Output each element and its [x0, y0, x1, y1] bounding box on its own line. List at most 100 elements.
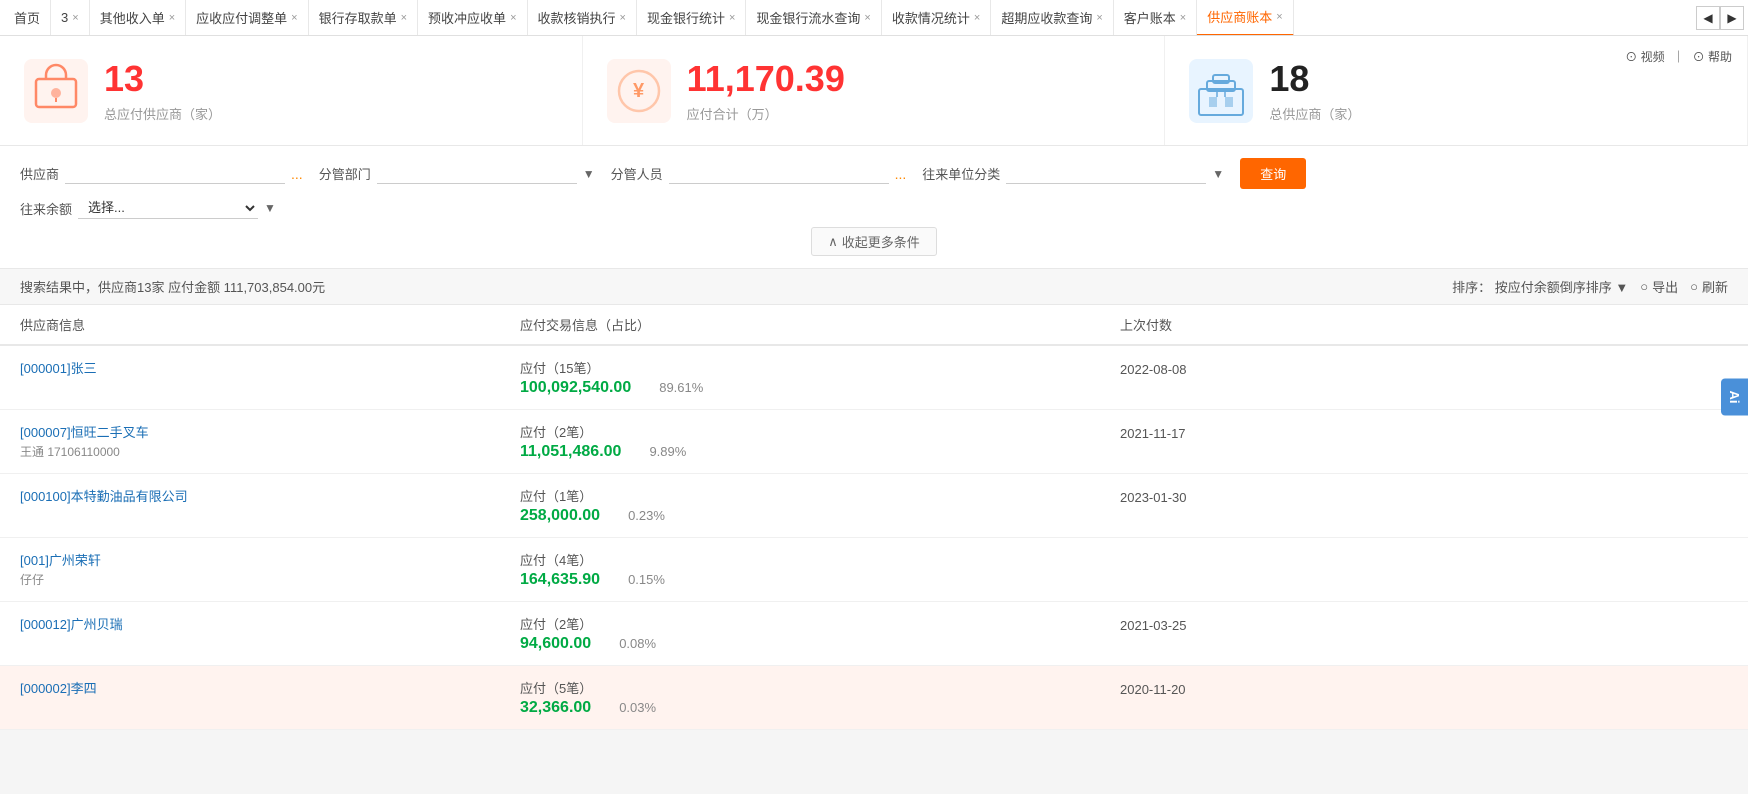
- nav-home[interactable]: 首页: [4, 0, 51, 36]
- collapse-icon: ∧: [828, 234, 838, 250]
- nav-close-icon[interactable]: ×: [974, 12, 980, 24]
- nav-close-icon[interactable]: ×: [1276, 11, 1282, 23]
- nav-close-icon[interactable]: ×: [864, 12, 870, 24]
- nav-close-icon[interactable]: ×: [1180, 12, 1186, 24]
- ai-badge[interactable]: Ai: [1721, 379, 1748, 416]
- supplier-link-3[interactable]: [001]广州荣轩: [20, 553, 101, 568]
- table-row: [000012]广州贝瑞 应付（2笔） 94,600.00 0.08% 2021…: [0, 602, 1748, 666]
- collapse-button[interactable]: ∧ 收起更多条件: [811, 227, 937, 256]
- supplier-filter-label: 供应商: [20, 164, 59, 183]
- sort-label: 排序： 按应付余额倒序排序 ▼: [1452, 277, 1628, 296]
- help-links: ⊙ 视频 ｜ ⊙ 帮助: [1625, 48, 1732, 65]
- payable-total-amount: 11,170.39: [687, 58, 845, 100]
- tx-amount-3[interactable]: 164,635.90: [520, 571, 600, 589]
- nav-receipt-stats[interactable]: 收款情况统计 ×: [882, 0, 991, 36]
- supplier-ellipsis-icon[interactable]: ...: [291, 166, 303, 182]
- svg-text:¥: ¥: [633, 80, 645, 102]
- nav-ar-ap-adjust[interactable]: 应收应付调整单 ×: [186, 0, 308, 36]
- nav-supplier-ledger[interactable]: 供应商账本 ×: [1197, 0, 1293, 36]
- cell-transaction-0: 应付（15笔） 100,092,540.00 89.61%: [520, 358, 1120, 397]
- table-row: [000002]李四 应付（5笔） 32,366.00 0.03% 2020-1…: [0, 666, 1748, 730]
- export-button[interactable]: ○ 导出: [1640, 277, 1678, 296]
- tx-percent-2: 0.23%: [628, 508, 665, 523]
- balance-filter-select[interactable]: 选择...: [78, 197, 258, 219]
- category-filter-label: 往来单位分类: [922, 164, 1000, 183]
- tx-label-3: 应付（4笔）: [520, 550, 1120, 569]
- cell-last-pay-1: 2021-11-17: [1120, 422, 1728, 441]
- total-suppliers-icon: [1189, 59, 1253, 123]
- dept-filter-input[interactable]: [377, 164, 577, 184]
- category-dropdown-icon[interactable]: ▼: [1212, 167, 1224, 181]
- filter-category: 往来单位分类 ▼: [922, 164, 1224, 184]
- supplier-link-4[interactable]: [000012]广州贝瑞: [20, 617, 123, 632]
- tx-label-1: 应付（2笔）: [520, 422, 1120, 441]
- nav-cash-stats[interactable]: 现金银行统计 ×: [637, 0, 746, 36]
- cell-supplier-4: [000012]广州贝瑞: [20, 614, 520, 633]
- nav-close-icon[interactable]: ×: [169, 12, 175, 24]
- nav-close-icon[interactable]: ×: [401, 12, 407, 24]
- supplier-sub-3: 仔仔: [20, 571, 520, 588]
- stats-bar: 13 总应付供应商（家） ¥ 11,170.39 应付合计（万）: [0, 36, 1748, 146]
- nav-close-icon[interactable]: ×: [291, 12, 297, 24]
- balance-dropdown-icon[interactable]: ▼: [264, 201, 276, 215]
- balance-filter-label: 往来余额: [20, 199, 72, 218]
- cell-supplier-2: [000100]本特勤油品有限公司: [20, 486, 520, 505]
- nav-tab-3[interactable]: 3 ×: [51, 0, 90, 36]
- supplier-payable-icon: [24, 59, 88, 123]
- dept-dropdown-icon[interactable]: ▼: [583, 167, 595, 181]
- tx-percent-4: 0.08%: [619, 636, 656, 651]
- nav-bank-deposit[interactable]: 银行存取款单 ×: [309, 0, 418, 36]
- tx-amount-1[interactable]: 11,051,486.00: [520, 443, 621, 461]
- tx-amount-2[interactable]: 258,000.00: [520, 507, 600, 525]
- suppliers-table: 供应商信息 应付交易信息（占比） 上次付数 [000001]张三 应付（15笔）…: [0, 305, 1748, 730]
- supplier-link-2[interactable]: [000100]本特勤油品有限公司: [20, 489, 188, 504]
- nav-prepay-offset[interactable]: 预收冲应收单 ×: [418, 0, 527, 36]
- col-header-transaction: 应付交易信息（占比）: [520, 315, 1120, 334]
- supplier-sub-1: 王通 17106110000: [20, 443, 520, 460]
- result-summary: 搜索结果中，供应商13家 应付金额 111,703,854.00元: [20, 277, 325, 296]
- nav-close-icon[interactable]: ×: [510, 12, 516, 24]
- tx-percent-5: 0.03%: [619, 700, 656, 715]
- query-button[interactable]: 查询: [1240, 158, 1306, 189]
- cell-supplier-1: [000007]恒旺二手叉车 王通 17106110000: [20, 422, 520, 460]
- nav-receipt-verify[interactable]: 收款核销执行 ×: [528, 0, 637, 36]
- tx-percent-3: 0.15%: [628, 572, 665, 587]
- supplier-link-5[interactable]: [000002]李四: [20, 681, 97, 696]
- supplier-link-0[interactable]: [000001]张三: [20, 361, 97, 376]
- tx-amount-5[interactable]: 32,366.00: [520, 699, 591, 717]
- video-link[interactable]: ⊙ 视频: [1625, 48, 1664, 65]
- table-body: [000001]张三 应付（15笔） 100,092,540.00 89.61%…: [0, 346, 1748, 730]
- cell-transaction-1: 应付（2笔） 11,051,486.00 9.89%: [520, 422, 1120, 461]
- stat-payable-suppliers: 13 总应付供应商（家）: [0, 36, 583, 145]
- export-icon: ○: [1640, 279, 1648, 294]
- tx-amount-0[interactable]: 100,092,540.00: [520, 379, 631, 397]
- result-bar: 搜索结果中，供应商13家 应付金额 111,703,854.00元 排序： 按应…: [0, 269, 1748, 305]
- supplier-link-1[interactable]: [000007]恒旺二手叉车: [20, 425, 149, 440]
- nav-other-income[interactable]: 其他收入单 ×: [90, 0, 186, 36]
- category-filter-input[interactable]: [1006, 164, 1206, 184]
- tx-amount-4[interactable]: 94,600.00: [520, 635, 591, 653]
- cell-last-pay-0: 2022-08-08: [1120, 358, 1728, 377]
- nav-close-icon[interactable]: ×: [72, 12, 78, 24]
- nav-next-icon[interactable]: ▶: [1720, 6, 1744, 30]
- cell-transaction-5: 应付（5笔） 32,366.00 0.03%: [520, 678, 1120, 717]
- filter-row-2: 往来余额 选择... ▼: [20, 197, 1728, 219]
- filter-balance: 往来余额 选择... ▼: [20, 197, 276, 219]
- nav-close-icon[interactable]: ×: [729, 12, 735, 24]
- nav-overdue-ar[interactable]: 超期应收款查询 ×: [991, 0, 1113, 36]
- supplier-filter-input[interactable]: [65, 164, 285, 184]
- cell-last-pay-2: 2023-01-30: [1120, 486, 1728, 505]
- nav-close-icon[interactable]: ×: [620, 12, 626, 24]
- refresh-button[interactable]: ○ 刷新: [1690, 277, 1728, 296]
- cell-transaction-3: 应付（4笔） 164,635.90 0.15%: [520, 550, 1120, 589]
- person-ellipsis-icon[interactable]: ...: [895, 166, 907, 182]
- person-filter-input[interactable]: [669, 164, 889, 184]
- nav-cash-flow[interactable]: 现金银行流水查询 ×: [746, 0, 881, 36]
- nav-prev-icon[interactable]: ◀: [1696, 6, 1720, 30]
- help-link[interactable]: ⊙ 帮助: [1693, 48, 1732, 65]
- nav-customer-ledger[interactable]: 客户账本 ×: [1114, 0, 1197, 36]
- tx-label-5: 应付（5笔）: [520, 678, 1120, 697]
- sort-icon[interactable]: ▼: [1615, 280, 1628, 295]
- nav-close-icon[interactable]: ×: [1096, 12, 1102, 24]
- sort-value[interactable]: 按应付余额倒序排序: [1495, 280, 1612, 295]
